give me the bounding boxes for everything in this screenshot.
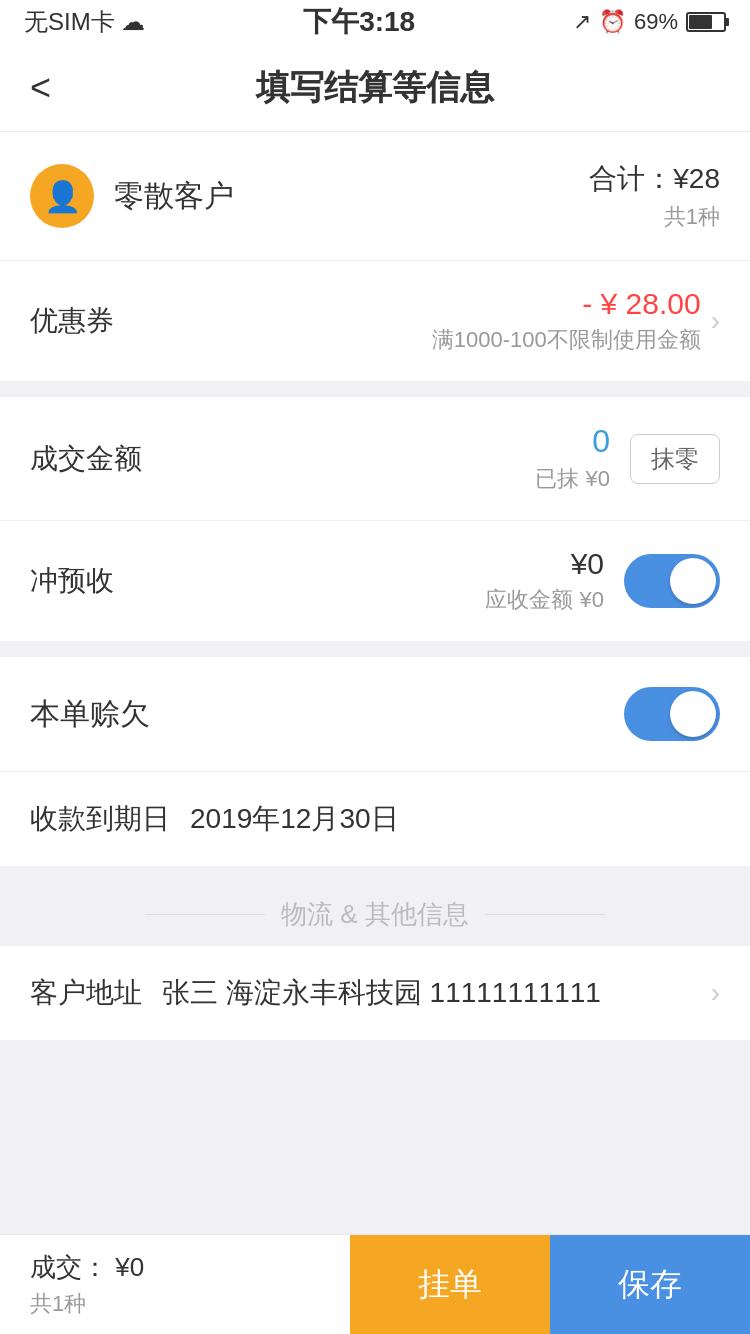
address-card[interactable]: 客户地址 张三 海淀永丰科技园 11111111111 › bbox=[0, 946, 750, 1040]
page-title: 填写结算等信息 bbox=[256, 65, 494, 111]
prepaid-sub: 应收金额 ¥0 bbox=[485, 585, 604, 615]
credit-label: 本单赊欠 bbox=[30, 694, 150, 735]
coupon-discount: - ¥ 28.00 bbox=[432, 287, 701, 321]
divider-line-left bbox=[145, 914, 265, 915]
status-bar: 无SIM卡 ☁ 下午3:18 ↗ ⏰ 69% bbox=[0, 0, 750, 44]
due-date-row: 收款到期日 2019年12月30日 bbox=[0, 771, 750, 866]
total-count: 共1种 bbox=[589, 202, 720, 232]
back-button[interactable]: < bbox=[30, 67, 51, 109]
battery-percent: 69% bbox=[634, 9, 678, 35]
prepaid-right: ¥0 应收金额 ¥0 bbox=[485, 547, 720, 615]
logistics-label: 物流 & 其他信息 bbox=[145, 897, 605, 932]
bottom-summary: 成交： ¥0 共1种 bbox=[0, 1235, 350, 1334]
customer-card: 👤 零散客户 合计：¥28 共1种 优惠券 - ¥ 28.00 满1000-10… bbox=[0, 132, 750, 381]
credit-toggle-thumb bbox=[670, 691, 716, 737]
total-amount: 合计：¥28 bbox=[589, 160, 720, 198]
pending-button[interactable]: 挂单 bbox=[350, 1235, 550, 1334]
logistics-divider: 物流 & 其他信息 bbox=[0, 882, 750, 946]
divider-line-right bbox=[485, 914, 605, 915]
toggle-thumb bbox=[670, 558, 716, 604]
location-icon: ↗ bbox=[573, 9, 591, 35]
customer-name: 零散客户 bbox=[114, 176, 234, 217]
prepaid-label: 冲预收 bbox=[30, 562, 114, 600]
prepaid-toggle[interactable] bbox=[624, 554, 720, 608]
battery-icon bbox=[686, 12, 726, 32]
credit-row: 本单赊欠 bbox=[0, 657, 750, 771]
save-button[interactable]: 保存 bbox=[550, 1235, 750, 1334]
credit-card: 本单赊欠 收款到期日 2019年12月30日 bbox=[0, 657, 750, 866]
due-date-value: 2019年12月30日 bbox=[190, 800, 399, 838]
deal-amount-sub: 已抹 ¥0 bbox=[535, 464, 610, 494]
customer-left: 👤 零散客户 bbox=[30, 164, 234, 228]
coupon-label: 优惠券 bbox=[30, 302, 114, 340]
address-value: 张三 海淀永丰科技园 11111111111 bbox=[162, 974, 711, 1012]
prepaid-amount: ¥0 bbox=[485, 547, 604, 581]
bottom-bar: 成交： ¥0 共1种 挂单 保存 bbox=[0, 1234, 750, 1334]
customer-row: 👤 零散客户 合计：¥28 共1种 bbox=[0, 132, 750, 260]
status-right: ↗ ⏰ 69% bbox=[573, 9, 726, 35]
coupon-value-block: - ¥ 28.00 满1000-100不限制使用金额 bbox=[432, 287, 701, 355]
chevron-right-icon: › bbox=[711, 305, 720, 337]
address-label: 客户地址 bbox=[30, 974, 142, 1012]
nav-bar: < 填写结算等信息 bbox=[0, 44, 750, 132]
deal-amount-label: 成交金额 bbox=[30, 440, 142, 478]
status-time: 下午3:18 bbox=[303, 3, 415, 41]
round-zero-button[interactable]: 抹零 bbox=[630, 434, 720, 484]
avatar-icon: 👤 bbox=[44, 179, 81, 214]
alarm-icon: ⏰ bbox=[599, 9, 626, 35]
logistics-text: 物流 & 其他信息 bbox=[281, 897, 469, 932]
coupon-right: - ¥ 28.00 满1000-100不限制使用金额 › bbox=[432, 287, 720, 355]
avatar: 👤 bbox=[30, 164, 94, 228]
summary-count: 共1种 bbox=[30, 1289, 320, 1319]
status-left: 无SIM卡 ☁ bbox=[24, 6, 145, 38]
sim-status: 无SIM卡 ☁ bbox=[24, 6, 145, 38]
deal-amount-card: 成交金额 0 已抹 ¥0 抹零 冲预收 ¥0 应收金额 ¥0 bbox=[0, 397, 750, 641]
coupon-row[interactable]: 优惠券 - ¥ 28.00 满1000-100不限制使用金额 › bbox=[0, 260, 750, 381]
due-date-label: 收款到期日 bbox=[30, 800, 170, 838]
prepaid-amount-block: ¥0 应收金额 ¥0 bbox=[485, 547, 604, 615]
prepaid-row: 冲预收 ¥0 应收金额 ¥0 bbox=[0, 521, 750, 641]
credit-toggle[interactable] bbox=[624, 687, 720, 741]
deal-amount-row: 成交金额 0 已抹 ¥0 抹零 bbox=[0, 397, 750, 521]
bottom-spacer bbox=[0, 1040, 750, 1160]
deal-amount-right: 0 已抹 ¥0 抹零 bbox=[535, 423, 720, 494]
summary-deal: 成交： ¥0 bbox=[30, 1250, 320, 1285]
coupon-desc: 满1000-100不限制使用金额 bbox=[432, 325, 701, 355]
address-chevron-icon: › bbox=[711, 977, 720, 1009]
content: 👤 零散客户 合计：¥28 共1种 优惠券 - ¥ 28.00 满1000-10… bbox=[0, 132, 750, 1160]
deal-amount-input[interactable]: 0 bbox=[535, 423, 610, 460]
customer-right: 合计：¥28 共1种 bbox=[589, 160, 720, 232]
